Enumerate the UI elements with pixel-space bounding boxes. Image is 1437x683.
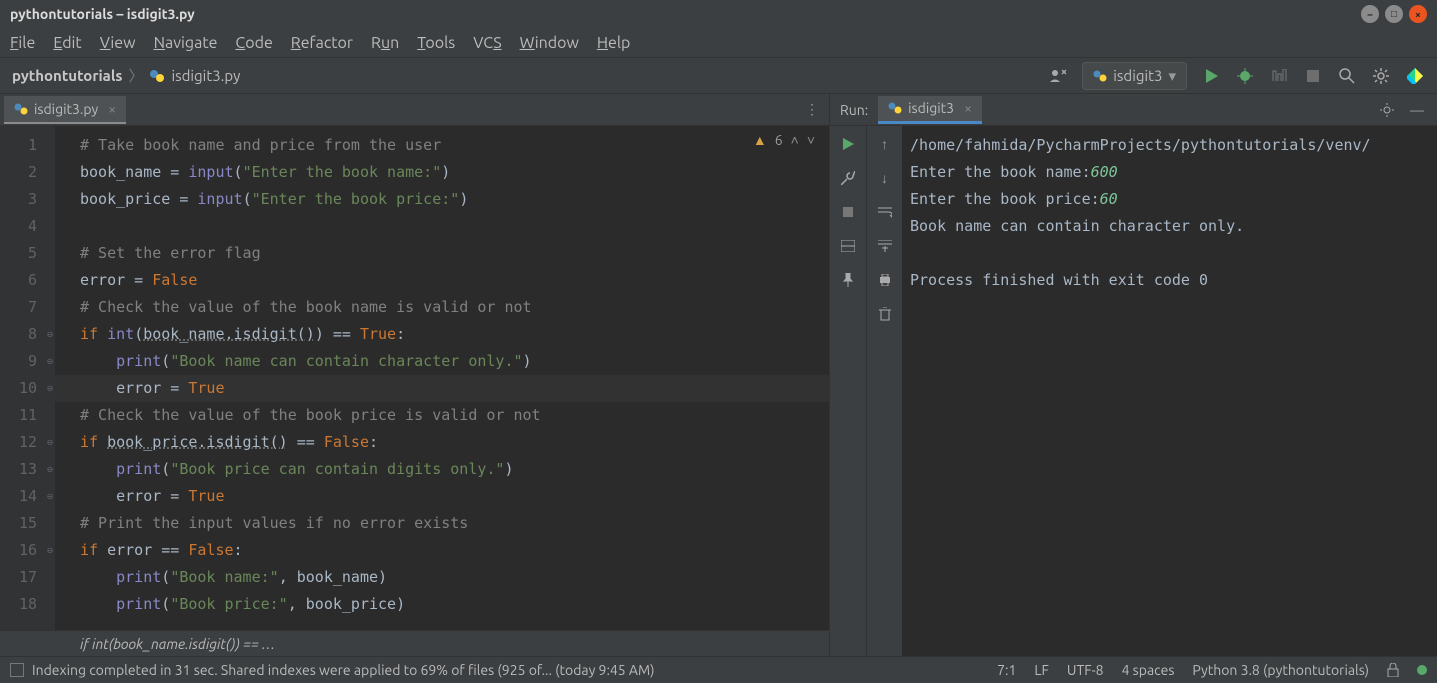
editor-tabs: isdigit3.py × ⋮: [0, 94, 829, 126]
console-path: /home/fahmida/PycharmProjects/pythontuto…: [910, 136, 1371, 154]
print-icon[interactable]: [875, 270, 895, 290]
interpreter[interactable]: Python 3.8 (pythontutorials): [1192, 662, 1369, 678]
warning-icon: ▲: [753, 132, 767, 148]
warning-count: 6: [775, 132, 783, 148]
scroll-end-icon[interactable]: [875, 236, 895, 256]
maximize-button[interactable]: □: [1385, 5, 1403, 23]
status-indicator-icon[interactable]: [1417, 665, 1427, 675]
line-separator[interactable]: LF: [1034, 662, 1049, 678]
console-input-1: 600: [1091, 163, 1118, 181]
pin-icon[interactable]: [838, 270, 858, 290]
inspection-summary[interactable]: ▲ 6 ˄ ˅: [753, 132, 815, 148]
dropdown-icon: ▾: [1168, 67, 1176, 85]
python-file-icon: [888, 101, 902, 115]
run-tab-label: isdigit3: [908, 100, 954, 116]
titlebar: pythontutorials – isdigit3.py – □ ×: [0, 0, 1437, 28]
statusbar: Indexing completed in 31 sec. Shared ind…: [0, 656, 1437, 683]
run-toolbar-left-2: ↑ ↓: [866, 126, 902, 656]
wrap-icon[interactable]: [875, 202, 895, 222]
layout-icon[interactable]: [838, 236, 858, 256]
breadcrumb-sep: 〉: [128, 65, 143, 86]
menu-window[interactable]: Window: [520, 34, 579, 52]
console-input-2: 60: [1100, 190, 1118, 208]
down-icon[interactable]: ↓: [875, 168, 895, 188]
menu-code[interactable]: Code: [235, 34, 272, 52]
trash-icon[interactable]: [875, 304, 895, 324]
stop-button-2[interactable]: [838, 202, 858, 222]
close-button[interactable]: ×: [1409, 5, 1427, 23]
breadcrumb-file[interactable]: isdigit3.py: [171, 67, 240, 84]
code-content[interactable]: # Take book name and price from the user…: [55, 126, 829, 630]
menu-navigate[interactable]: Navigate: [154, 34, 218, 52]
menu-view[interactable]: View: [100, 34, 136, 52]
run-label: Run:: [840, 102, 868, 118]
settings-icon[interactable]: [1371, 66, 1391, 86]
console-exit-line: Process finished with exit code 0: [910, 271, 1208, 289]
menu-refactor[interactable]: Refactor: [291, 34, 353, 52]
run-panel-header: Run: isdigit3 × —: [830, 94, 1437, 126]
add-user-icon[interactable]: [1048, 66, 1068, 86]
wrench-icon[interactable]: [838, 168, 858, 188]
run-config-name: isdigit3: [1113, 67, 1162, 84]
line-gutter: 12345678⊖9⊖10⊖1112⊖13⊖14⊖1516⊖1718: [0, 126, 55, 630]
menu-tools[interactable]: Tools: [417, 34, 455, 52]
run-config-selector[interactable]: isdigit3 ▾: [1082, 62, 1187, 90]
run-settings-icon[interactable]: [1377, 100, 1397, 120]
menu-vcs[interactable]: VCS: [473, 34, 501, 52]
menubar: File Edit View Navigate Code Refactor Ru…: [0, 28, 1437, 58]
breadcrumb: pythontutorials 〉 isdigit3.py: [12, 65, 240, 86]
console-output[interactable]: /home/fahmida/PycharmProjects/pythontuto…: [902, 126, 1437, 656]
run-toolbar-left: [830, 126, 866, 656]
editor-crumb-text: if int(book_name.isdigit()) == …: [80, 636, 275, 652]
stop-button[interactable]: [1303, 66, 1323, 86]
breadcrumb-project[interactable]: pythontutorials: [12, 67, 122, 84]
debug-button[interactable]: [1235, 66, 1255, 86]
rerun-button[interactable]: [838, 134, 858, 154]
run-tab-active[interactable]: isdigit3 ×: [878, 96, 982, 124]
menu-help[interactable]: Help: [597, 34, 631, 52]
editor-tab-more-icon[interactable]: ⋮: [805, 101, 819, 118]
coverage-button[interactable]: [1269, 66, 1289, 86]
indent[interactable]: 4 spaces: [1122, 662, 1175, 678]
status-message: Indexing completed in 31 sec. Shared ind…: [32, 662, 655, 678]
tool-windows-icon[interactable]: [10, 663, 24, 677]
code-editor[interactable]: ▲ 6 ˄ ˅ 12345678⊖9⊖10⊖1112⊖13⊖14⊖1516⊖17…: [0, 126, 829, 630]
up-arrow-icon[interactable]: ˄: [791, 132, 799, 148]
minimize-button[interactable]: –: [1361, 5, 1379, 23]
up-icon[interactable]: ↑: [875, 134, 895, 154]
ide-logo-icon[interactable]: [1405, 66, 1425, 86]
lock-icon[interactable]: [1387, 663, 1399, 677]
console-prompt-2: Enter the book price:: [910, 190, 1100, 208]
python-file-icon: [14, 102, 28, 116]
hide-panel-icon[interactable]: —: [1407, 100, 1427, 120]
close-tab-icon[interactable]: ×: [108, 101, 116, 117]
window-title: pythontutorials – isdigit3.py: [10, 6, 195, 22]
python-file-icon: [149, 68, 165, 84]
menu-run[interactable]: Run: [371, 34, 399, 52]
editor-tab-label: isdigit3.py: [34, 101, 98, 117]
editor-tab-active[interactable]: isdigit3.py ×: [4, 96, 126, 124]
close-run-tab-icon[interactable]: ×: [964, 100, 972, 116]
console-output-line: Book name can contain character only.: [910, 217, 1244, 235]
navbar: pythontutorials 〉 isdigit3.py isdigit3 ▾: [0, 58, 1437, 94]
encoding[interactable]: UTF-8: [1067, 662, 1104, 678]
caret-position[interactable]: 7:1: [997, 662, 1016, 678]
run-button[interactable]: [1201, 66, 1221, 86]
editor-breadcrumb[interactable]: if int(book_name.isdigit()) == …: [0, 630, 829, 656]
menu-file[interactable]: File: [10, 34, 35, 52]
console-prompt-1: Enter the book name:: [910, 163, 1091, 181]
down-arrow-icon[interactable]: ˅: [807, 132, 815, 148]
menu-edit[interactable]: Edit: [53, 34, 81, 52]
search-icon[interactable]: [1337, 66, 1357, 86]
